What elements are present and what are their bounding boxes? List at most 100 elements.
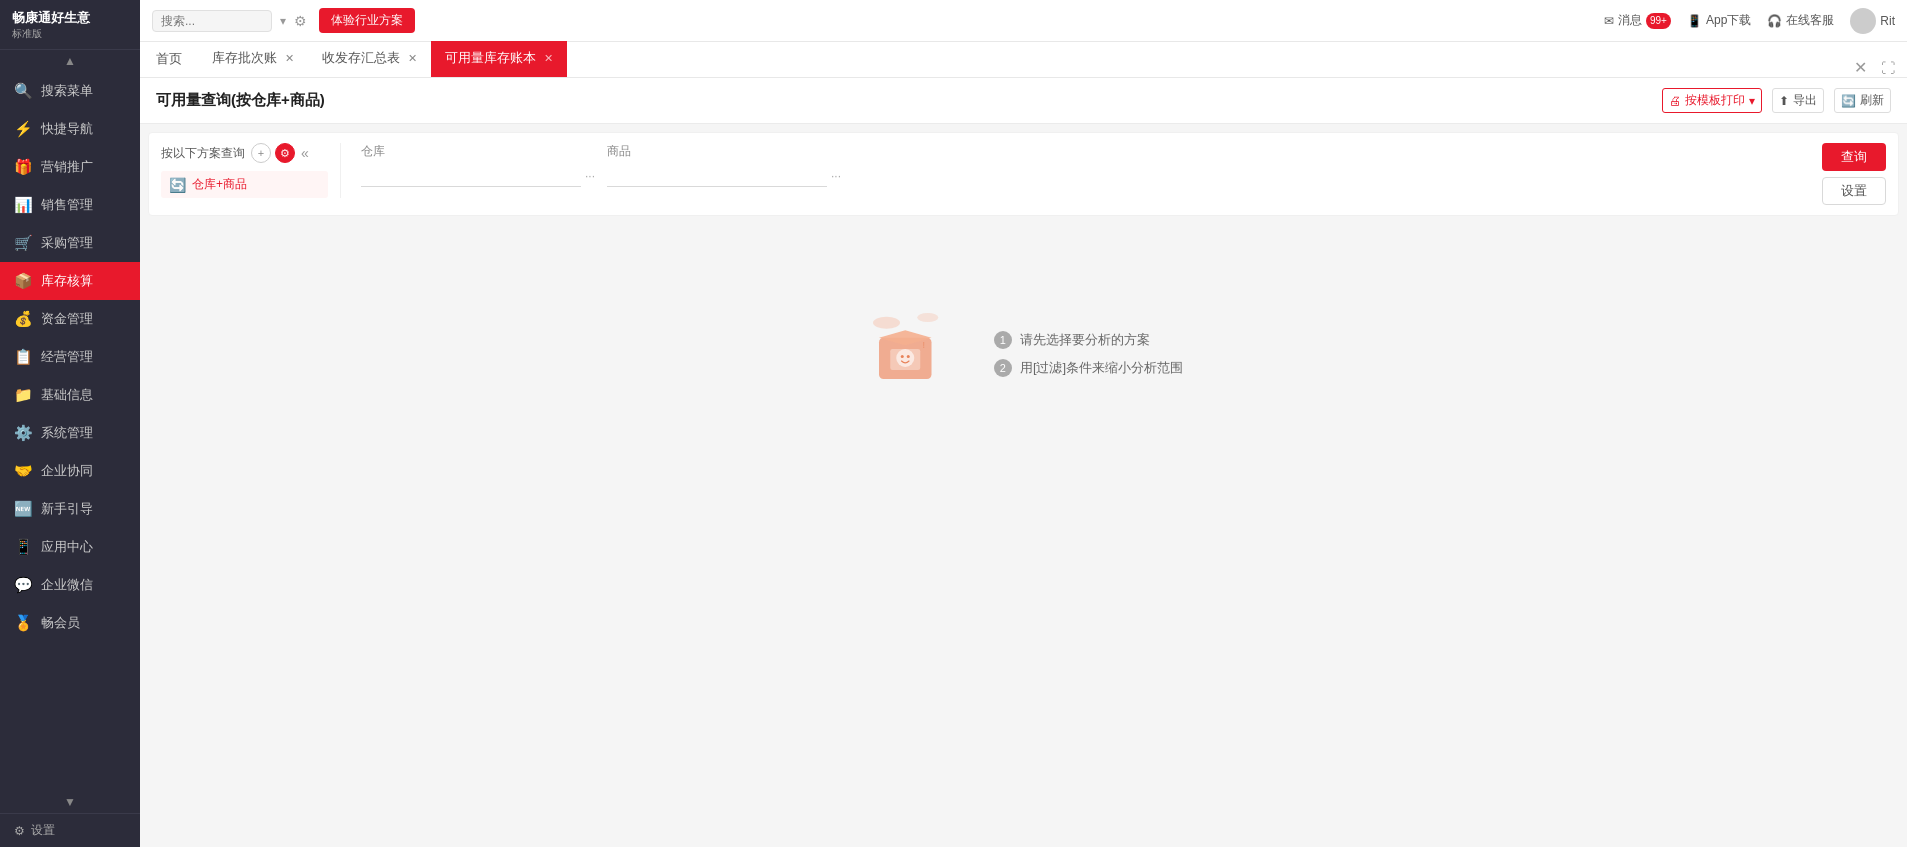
sidebar-item-label: 快捷导航 <box>41 120 93 138</box>
product-label: 商品 <box>607 143 841 160</box>
sidebar-item-label: 营销推广 <box>41 158 93 176</box>
basic-icon: 📁 <box>14 386 33 404</box>
system-icon: ⚙️ <box>14 424 33 442</box>
scheme-header: 按以下方案查询 + ⚙ « <box>161 143 328 163</box>
industry-btn[interactable]: 体验行业方案 <box>319 8 415 33</box>
export-icon: ⬆ <box>1779 94 1789 108</box>
sidebar-settings-label: 设置 <box>31 822 55 839</box>
tab-available-close[interactable]: ✕ <box>544 52 553 65</box>
sidebar-item-operation[interactable]: 📋 经营管理 <box>0 338 140 376</box>
sidebar-item-shortcut[interactable]: ⚡ 快捷导航 <box>0 110 140 148</box>
empty-state-content: ! 1 请先选择要分析的方案 2 用[过滤]条件来缩小分析范围 <box>864 304 1183 404</box>
appcenter-icon: 📱 <box>14 538 33 556</box>
chevron-down-icon[interactable]: ▾ <box>280 14 286 28</box>
tab-batch[interactable]: 库存批次账 ✕ <box>198 41 308 77</box>
scheme-section: 按以下方案查询 + ⚙ « 🔄 仓库+商品 <box>161 143 341 198</box>
tab-available-label: 可用量库存账本 <box>445 49 536 67</box>
sidebar-item-marketing[interactable]: 🎁 营销推广 <box>0 148 140 186</box>
svg-point-0 <box>873 317 900 329</box>
sidebar-item-appcenter[interactable]: 📱 应用中心 <box>0 528 140 566</box>
query-btn-group: 查询 设置 <box>1810 143 1886 205</box>
settings-button[interactable]: 设置 <box>1822 177 1886 205</box>
tabs-actions: ✕ ⛶ <box>1850 58 1907 77</box>
product-input[interactable] <box>607 164 827 187</box>
sidebar-item-label: 销售管理 <box>41 196 93 214</box>
sidebar-item-wechat[interactable]: 💬 企业微信 <box>0 566 140 604</box>
app-download-item[interactable]: 📱 App下载 <box>1687 12 1751 29</box>
sidebar-item-purchase[interactable]: 🛒 采购管理 <box>0 224 140 262</box>
tip-text-1: 请先选择要分析的方案 <box>1020 331 1150 349</box>
warehouse-input[interactable] <box>361 164 581 187</box>
empty-tip-2: 2 用[过滤]条件来缩小分析范围 <box>994 359 1183 377</box>
sidebar-item-member[interactable]: 🏅 畅会员 <box>0 604 140 642</box>
print-icon: 🖨 <box>1669 94 1681 108</box>
svg-point-6 <box>901 355 904 358</box>
tab-summary[interactable]: 收发存汇总表 ✕ <box>308 41 431 77</box>
refresh-btn[interactable]: 🔄 刷新 <box>1834 88 1891 113</box>
refresh-icon: 🔄 <box>1841 94 1856 108</box>
sidebar-scroll: 🔍 搜索菜单 ⚡ 快捷导航 🎁 营销推广 📊 销售管理 🛒 采购管理 📦 库存核… <box>0 72 140 791</box>
gear-icon[interactable]: ⚙ <box>294 13 307 29</box>
warehouse-field: 仓库 ··· <box>361 143 595 187</box>
topbar-right: ✉ 消息 99+ 📱 App下载 🎧 在线客服 Rit <box>1604 8 1895 34</box>
scheme-header-actions: + ⚙ <box>251 143 295 163</box>
product-more-btn[interactable]: ··· <box>831 169 841 183</box>
tab-home[interactable]: 首页 <box>140 41 198 77</box>
sidebar-item-enterprise[interactable]: 🤝 企业协同 <box>0 452 140 490</box>
scheme-item-warehouse-product[interactable]: 🔄 仓库+商品 <box>161 171 328 198</box>
user-item[interactable]: Rit <box>1850 8 1895 34</box>
sidebar-item-sales[interactable]: 📊 销售管理 <box>0 186 140 224</box>
sidebar-scroll-up[interactable]: ▲ <box>0 50 140 72</box>
phone-icon: 📱 <box>1687 14 1702 28</box>
empty-icon-area: ! <box>864 304 964 404</box>
sidebar-item-basic[interactable]: 📁 基础信息 <box>0 376 140 414</box>
sidebar-item-system[interactable]: ⚙️ 系统管理 <box>0 414 140 452</box>
svg-point-7 <box>907 355 910 358</box>
scheme-add-btn[interactable]: + <box>251 143 271 163</box>
tabs-bar: 首页 库存批次账 ✕ 收发存汇总表 ✕ 可用量库存账本 ✕ ✕ ⛶ <box>140 42 1907 78</box>
page-header: 可用量查询(按仓库+商品) 🖨 按模板打印 ▾ ⬆ 导出 🔄 刷新 <box>140 78 1907 124</box>
shortcut-icon: ⚡ <box>14 120 33 138</box>
query-button[interactable]: 查询 <box>1822 143 1886 171</box>
tab-summary-close[interactable]: ✕ <box>408 52 417 65</box>
svg-point-5 <box>896 349 914 367</box>
scheme-settings-btn[interactable]: ⚙ <box>275 143 295 163</box>
export-btn[interactable]: ⬆ 导出 <box>1772 88 1824 113</box>
guide-icon: 🆕 <box>14 500 33 518</box>
purchase-icon: 🛒 <box>14 234 33 252</box>
query-area: 按以下方案查询 + ⚙ « 🔄 仓库+商品 <box>148 132 1899 216</box>
sidebar-item-search[interactable]: 🔍 搜索菜单 <box>0 72 140 110</box>
sidebar-item-label: 新手引导 <box>41 500 93 518</box>
tip-num-1: 1 <box>994 331 1012 349</box>
tip-num-2: 2 <box>994 359 1012 377</box>
enterprise-icon: 🤝 <box>14 462 33 480</box>
home-label: 首页 <box>156 50 182 68</box>
product-field: 商品 ··· <box>607 143 841 187</box>
sidebar-item-guide[interactable]: 🆕 新手引导 <box>0 490 140 528</box>
online-service-item[interactable]: 🎧 在线客服 <box>1767 12 1834 29</box>
sidebar-item-label: 采购管理 <box>41 234 93 252</box>
close-all-tabs-icon[interactable]: ✕ <box>1850 58 1871 77</box>
tab-batch-close[interactable]: ✕ <box>285 52 294 65</box>
sidebar-item-label: 经营管理 <box>41 348 93 366</box>
sidebar-scroll-down[interactable]: ▼ <box>0 791 140 813</box>
print-btn[interactable]: 🖨 按模板打印 ▾ <box>1662 88 1762 113</box>
svg-point-1 <box>917 313 938 322</box>
topbar-search-input[interactable] <box>152 10 272 32</box>
tab-available[interactable]: 可用量库存账本 ✕ <box>431 41 567 77</box>
warehouse-input-row: ··· <box>361 164 595 187</box>
sales-icon: 📊 <box>14 196 33 214</box>
sidebar-item-inventory[interactable]: 📦 库存核算 <box>0 262 140 300</box>
warehouse-more-btn[interactable]: ··· <box>585 169 595 183</box>
expand-icon[interactable]: ⛶ <box>1877 60 1899 76</box>
tab-batch-label: 库存批次账 <box>212 49 277 67</box>
message-item[interactable]: ✉ 消息 99+ <box>1604 12 1671 29</box>
collapse-scheme-btn[interactable]: « <box>301 145 309 161</box>
sidebar-settings[interactable]: ⚙ 设置 <box>0 813 140 847</box>
user-name: Rit <box>1880 14 1895 28</box>
scheme-item-label: 仓库+商品 <box>192 176 247 193</box>
sidebar-item-finance[interactable]: 💰 资金管理 <box>0 300 140 338</box>
page-header-actions: 🖨 按模板打印 ▾ ⬆ 导出 🔄 刷新 <box>1662 88 1891 113</box>
sidebar-item-label: 基础信息 <box>41 386 93 404</box>
export-label: 导出 <box>1793 92 1817 109</box>
